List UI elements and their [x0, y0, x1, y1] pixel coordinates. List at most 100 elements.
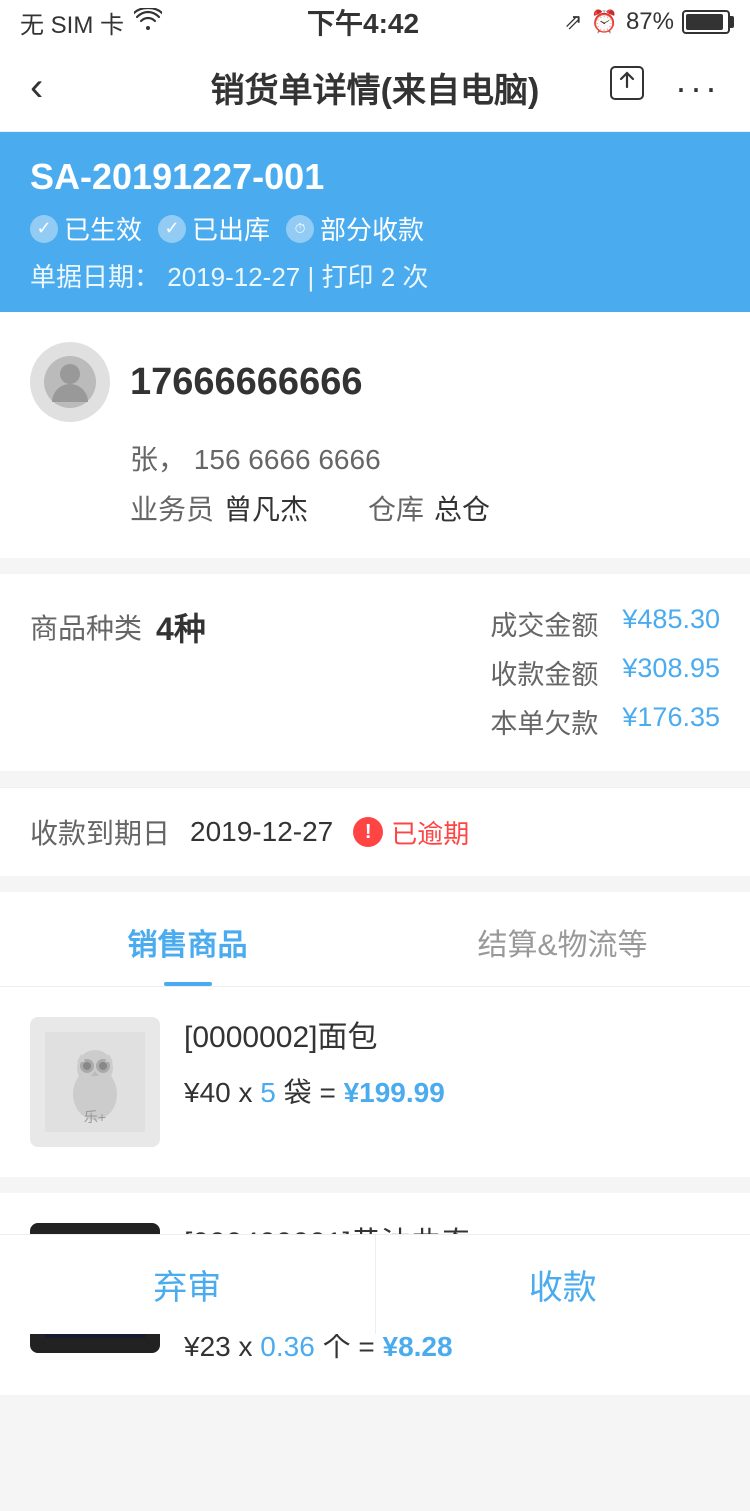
print-count: 2 [381, 262, 395, 292]
due-date-value: 2019-12-27 [190, 816, 333, 848]
qty-value-1: 5 [260, 1077, 276, 1108]
summary-left: 商品种类 4种 [30, 604, 206, 650]
tab-underline [164, 982, 212, 986]
avatar [30, 342, 110, 422]
date-label: 单据日期： [30, 262, 160, 292]
equals-1: = [319, 1077, 343, 1108]
price-value-2: ¥23 [184, 1331, 231, 1362]
collect-label: 收款 [529, 1260, 597, 1309]
order-date: 单据日期： 2019-12-27 | 打印 2 次 [30, 257, 720, 294]
alarm-icon: ⏰ [591, 9, 618, 35]
battery-icon [682, 10, 730, 34]
customer-account: 17666666666 [130, 361, 362, 404]
avatar-inner [44, 356, 96, 408]
customer-phone: 156 6666 6666 [194, 444, 381, 475]
location-icon: ⇗ [564, 9, 582, 35]
battery-percent: 87% [626, 8, 674, 36]
effective-icon: ✓ [30, 215, 58, 243]
svg-text:乐+: 乐+ [84, 1109, 106, 1125]
status-right: ⇗ ⏰ 87% [564, 8, 730, 36]
total-value-1: ¥199.99 [344, 1077, 445, 1108]
salesperson-item: 业务员 曾凡杰 [130, 488, 308, 528]
debt-label: 本单欠款 [490, 702, 598, 741]
outbound-icon: ✓ [158, 215, 186, 243]
due-date-label: 收款到期日 [30, 812, 170, 852]
transaction-amount: ¥485.30 [622, 604, 720, 643]
collect-button[interactable]: 收款 [376, 1235, 750, 1334]
tabs-section: 销售商品 结算&物流等 [0, 892, 750, 987]
order-status-tags: ✓ 已生效 ✓ 已出库 ⏱ 部分收款 [30, 210, 720, 247]
status-left: 无 SIM 卡 [20, 5, 162, 40]
status-tag-partial: ⏱ 部分收款 [286, 210, 424, 247]
received-row: 收款金额 ¥308.95 [490, 653, 720, 692]
debt-row: 本单欠款 ¥176.35 [490, 702, 720, 741]
warehouse-label: 仓库 [368, 488, 424, 528]
status-effective: 已生效 [64, 210, 142, 247]
category-label: 商品种类 [30, 607, 142, 647]
tabs-row: 销售商品 结算&物流等 [0, 892, 750, 986]
product-name-1: [0000002]面包 [184, 1017, 720, 1059]
status-time: 下午4:42 [307, 2, 419, 42]
price-value-1: ¥40 [184, 1077, 231, 1108]
product-info-1: [0000002]面包 ¥40 x 5 袋 = ¥199.99 [184, 1017, 720, 1111]
order-banner: SA-20191227-001 ✓ 已生效 ✓ 已出库 ⏱ 部分收款 单据日期：… [0, 132, 750, 312]
abandon-button[interactable]: 弃审 [0, 1235, 376, 1334]
status-partial: 部分收款 [320, 210, 424, 247]
qty-value-2: 0.36 [260, 1331, 315, 1362]
status-bar: 无 SIM 卡 下午4:42 ⇗ ⏰ 87% [0, 0, 750, 44]
salesperson-label: 业务员 [130, 488, 214, 528]
customer-info: 张， 156 6666 6666 [30, 438, 720, 478]
due-date-section: 收款到期日 2019-12-27 ! 已逾期 [0, 787, 750, 876]
transaction-row: 成交金额 ¥485.30 [490, 604, 720, 643]
equals-2: = [358, 1331, 382, 1362]
status-tag-effective: ✓ 已生效 [30, 210, 142, 247]
wifi-icon [134, 8, 162, 37]
category-count: 4种 [156, 604, 206, 650]
overdue-badge: ! 已逾期 [353, 814, 469, 851]
partial-icon: ⏱ [286, 215, 314, 243]
warehouse-value: 总仓 [434, 488, 490, 528]
date-value: 2019-12-27 [167, 262, 300, 292]
more-button[interactable]: ··· [675, 67, 720, 109]
product-thumbnail-1: 乐+ [30, 1017, 160, 1147]
order-id-text: SA-20191227-001 [30, 156, 324, 198]
price-x-2: x [239, 1331, 261, 1362]
customer-row: 17666666666 [30, 342, 720, 422]
tab-sales-products[interactable]: 销售商品 [0, 892, 375, 986]
warehouse-item: 仓库 总仓 [368, 488, 490, 528]
tab-sales-label: 销售商品 [128, 929, 248, 962]
tab-settlement[interactable]: 结算&物流等 [375, 892, 750, 986]
summary-right: 成交金额 ¥485.30 收款金额 ¥308.95 本单欠款 ¥176.35 [490, 604, 720, 741]
share-button[interactable] [609, 65, 645, 110]
price-x-1: x [239, 1077, 261, 1108]
transaction-label: 成交金额 [490, 604, 598, 643]
customer-section: 17666666666 张， 156 6666 6666 业务员 曾凡杰 仓库 … [0, 312, 750, 558]
received-amount: ¥308.95 [622, 653, 720, 692]
bottom-bar: 弃审 收款 [0, 1234, 750, 1334]
tab-settlement-label: 结算&物流等 [477, 929, 647, 962]
customer-name-text: 张， [130, 444, 186, 475]
overdue-text: 已逾期 [391, 814, 469, 851]
summary-row: 商品种类 4种 成交金额 ¥485.30 收款金额 ¥308.95 本单欠款 ¥… [30, 604, 720, 741]
carrier-text: 无 SIM 卡 [20, 5, 124, 40]
product-price-1: ¥40 x 5 袋 = ¥199.99 [184, 1071, 720, 1111]
salesperson-value: 曾凡杰 [224, 488, 308, 528]
print-suffix: 次 [402, 262, 428, 292]
overdue-icon: ! [353, 817, 383, 847]
order-id-row: SA-20191227-001 [30, 156, 720, 198]
status-tag-outbound: ✓ 已出库 [158, 210, 270, 247]
back-button[interactable]: ‹ [30, 65, 43, 110]
unit-value-2: 个 [323, 1331, 351, 1362]
unit-value-1: 袋 [284, 1077, 312, 1108]
abandon-label: 弃审 [153, 1260, 221, 1309]
received-label: 收款金额 [490, 653, 598, 692]
header-actions: ··· [609, 65, 720, 110]
print-label: | 打印 [307, 262, 373, 292]
page-title: 销货单详情(来自电脑) [211, 63, 540, 112]
header: ‹ 销货单详情(来自电脑) ··· [0, 44, 750, 132]
status-outbound: 已出库 [192, 210, 270, 247]
table-row: 乐+ [0000002]面包 ¥40 x 5 袋 = ¥199.99 [0, 987, 750, 1177]
customer-meta: 业务员 曾凡杰 仓库 总仓 [30, 488, 720, 528]
debt-amount: ¥176.35 [622, 702, 720, 741]
summary-section: 商品种类 4种 成交金额 ¥485.30 收款金额 ¥308.95 本单欠款 ¥… [0, 574, 750, 771]
